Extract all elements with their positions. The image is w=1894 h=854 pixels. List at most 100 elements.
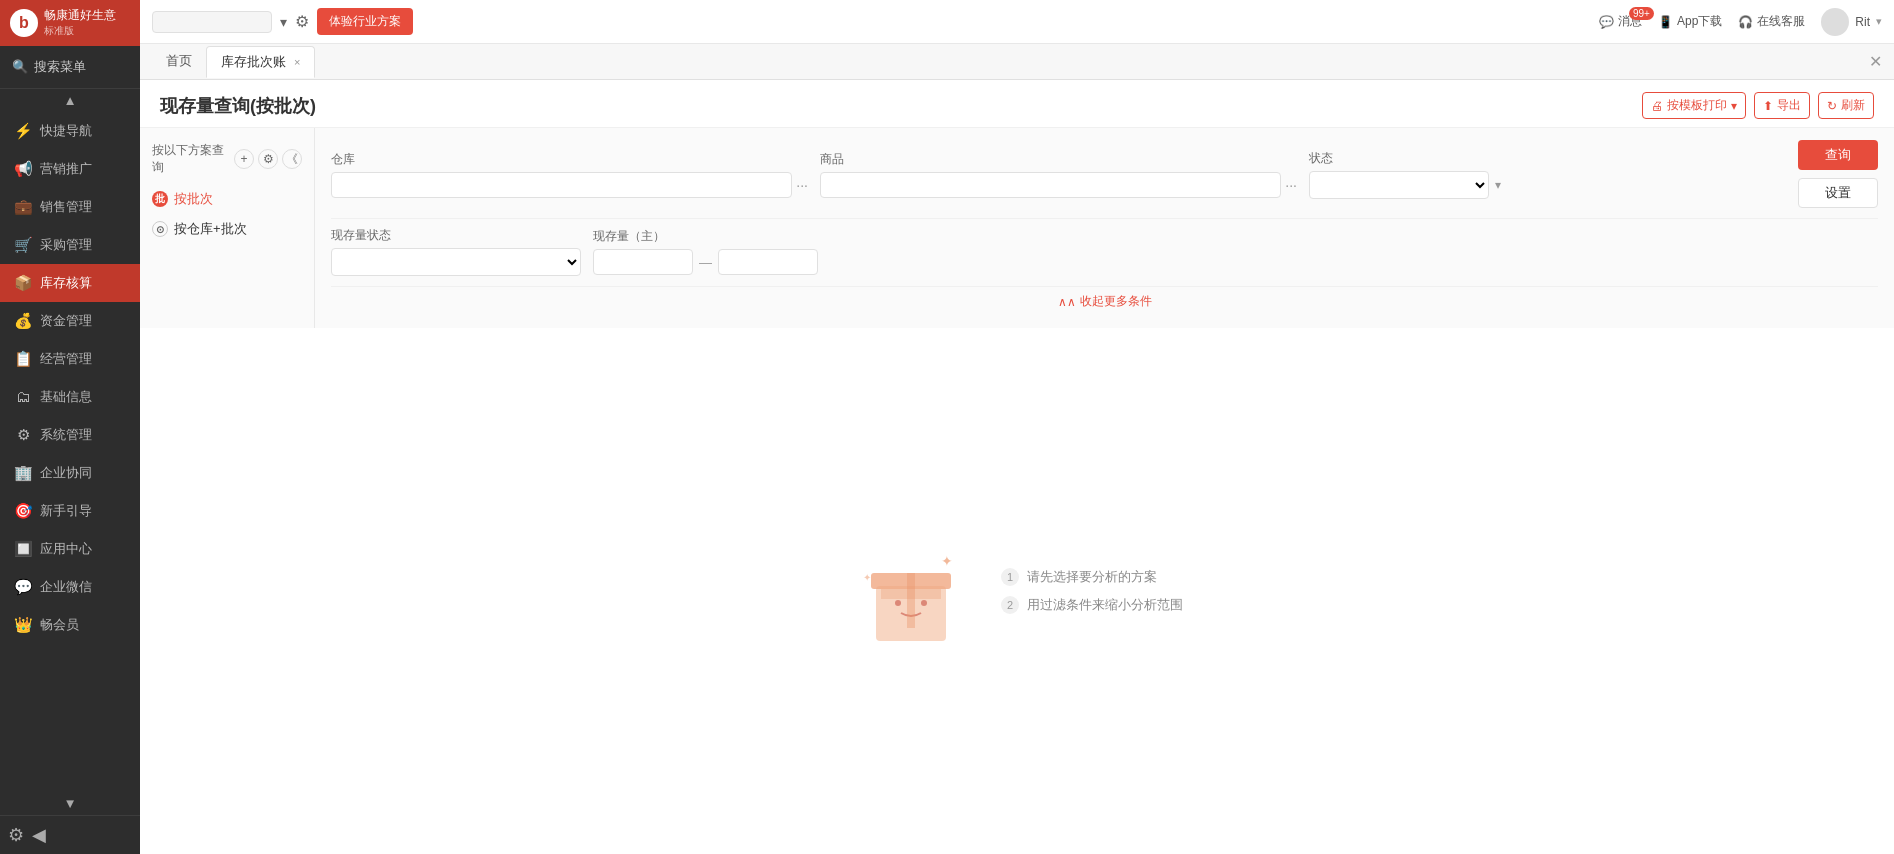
messages-badge: 99+: [1629, 7, 1654, 20]
export-icon: ⬆: [1763, 99, 1773, 113]
scheme-header: 按以下方案查询 + ⚙ 《: [140, 138, 314, 184]
tab-close-button[interactable]: ×: [294, 56, 300, 68]
page-title: 现存量查询(按批次): [160, 94, 316, 118]
app-subtitle: 标准版: [44, 24, 116, 38]
sidebar-scroll-down-button[interactable]: ▼: [0, 792, 140, 815]
app-logo: b: [10, 9, 38, 37]
filter-row-2: 现存量状态 现存量（主） —: [331, 227, 1878, 276]
sidebar-item-system[interactable]: ⚙ 系统管理: [0, 416, 140, 454]
topbar-dropdown-button[interactable]: ▾: [280, 14, 287, 30]
search-menu-button[interactable]: 🔍 搜索菜单: [8, 54, 132, 80]
query-button[interactable]: 查询: [1798, 140, 1878, 170]
sidebar-item-shortcut[interactable]: ⚡ 快捷导航: [0, 112, 140, 150]
scheme-settings-button[interactable]: ⚙: [258, 149, 278, 169]
message-icon: 💬: [1599, 15, 1614, 29]
svg-text:✦: ✦: [863, 572, 871, 583]
sidebar-item-purchase[interactable]: 🛒 采购管理: [0, 226, 140, 264]
filter-divider: [331, 218, 1878, 219]
user-menu-button[interactable]: Rit ▾: [1821, 8, 1882, 36]
print-template-button[interactable]: 🖨 按模板打印 ▾: [1642, 92, 1746, 119]
sidebar-item-member[interactable]: 👑 畅会员: [0, 606, 140, 644]
purchase-icon: 🛒: [14, 236, 32, 254]
sidebar: b 畅康通好生意 标准版 🔍 搜索菜单 ▲ ⚡ 快捷导航 📢 营销推广 💼 销售…: [0, 0, 140, 854]
bottom-collapse-button[interactable]: ◀: [32, 824, 46, 846]
topbar: ▾ ⚙ 体验行业方案 💬 消息 99+ 📱 App下载 🎧 在线客服 Rit ▾: [140, 0, 1894, 44]
inventory-icon: 📦: [14, 274, 32, 292]
export-button[interactable]: ⬆ 导出: [1754, 92, 1810, 119]
tab-panel-close-button[interactable]: ✕: [1869, 52, 1882, 71]
empty-state: ✦ ✦ 1 请先选择要分析的方案 2 用过滤条件来缩小分析范围: [140, 328, 1894, 854]
status-select[interactable]: [1309, 171, 1489, 199]
collapse-icon: ∧∧: [1058, 295, 1076, 309]
sidebar-item-operations[interactable]: 📋 经营管理: [0, 340, 140, 378]
add-scheme-button[interactable]: +: [234, 149, 254, 169]
warehouse-filter-group: 仓库 ···: [331, 151, 808, 198]
scheme-inactive-dot: ⊙: [152, 221, 168, 237]
empty-tip-1: 1 请先选择要分析的方案: [1001, 568, 1183, 586]
scheme-settings-icon: ⚙: [263, 152, 274, 166]
svg-text:✦: ✦: [941, 553, 953, 569]
topbar-settings-button[interactable]: ⚙: [295, 12, 309, 31]
sidebar-item-guide[interactable]: 🎯 新手引导: [0, 492, 140, 530]
sidebar-scroll-up-button[interactable]: ▲: [0, 89, 140, 112]
scheme-item-batch[interactable]: 批 按批次: [140, 184, 314, 214]
filter-settings-button[interactable]: 设置: [1798, 178, 1878, 208]
sidebar-header: b 畅康通好生意 标准版: [0, 0, 140, 46]
service-icon: 🎧: [1738, 15, 1753, 29]
sidebar-item-wechat[interactable]: 💬 企业微信: [0, 568, 140, 606]
refresh-button[interactable]: ↻ 刷新: [1818, 92, 1874, 119]
sidebar-item-finance[interactable]: 💰 资金管理: [0, 302, 140, 340]
print-dropdown-icon: ▾: [1731, 99, 1737, 113]
apps-icon: 🔲: [14, 540, 32, 558]
refresh-icon: ↻: [1827, 99, 1837, 113]
scheme-panel: 按以下方案查询 + ⚙ 《 批 按批次 ⊙ 按仓库+批次: [140, 128, 315, 328]
product-more-button[interactable]: ···: [1285, 177, 1297, 193]
product-input[interactable]: [820, 172, 1281, 198]
tabs-bar: 首页 库存批次账 × ✕: [140, 44, 1894, 80]
user-dropdown-icon: ▾: [1876, 15, 1882, 28]
search-icon: 🔍: [12, 59, 28, 74]
sidebar-item-apps[interactable]: 🔲 应用中心: [0, 530, 140, 568]
sidebar-nav: ⚡ 快捷导航 📢 营销推广 💼 销售管理 🛒 采购管理 📦 库存核算 💰 资金管…: [0, 112, 140, 792]
messages-button[interactable]: 💬 消息 99+: [1599, 13, 1642, 30]
scheme-header-actions: + ⚙ 《: [234, 149, 302, 169]
member-icon: 👑: [14, 616, 32, 634]
sidebar-item-inventory[interactable]: 📦 库存核算: [0, 264, 140, 302]
collapse-more-button[interactable]: ∧∧ 收起更多条件: [331, 286, 1878, 316]
svg-rect-7: [907, 573, 915, 628]
qty-min-input[interactable]: [593, 249, 693, 275]
app-download-button[interactable]: 📱 App下载: [1658, 13, 1722, 30]
online-service-button[interactable]: 🎧 在线客服: [1738, 13, 1805, 30]
trial-button[interactable]: 体验行业方案: [317, 8, 413, 35]
sidebar-item-base[interactable]: 🗂 基础信息: [0, 378, 140, 416]
warehouse-input[interactable]: [331, 172, 792, 198]
scheme-active-dot: 批: [152, 191, 168, 207]
bottom-settings-button[interactable]: ⚙: [8, 824, 24, 846]
tab-inventory-batch[interactable]: 库存批次账 ×: [206, 46, 315, 78]
sidebar-bottom: ⚙ ◀: [0, 815, 140, 854]
scheme-item-warehouse-batch[interactable]: ⊙ 按仓库+批次: [140, 214, 314, 244]
topbar-search-input[interactable]: [152, 11, 272, 33]
guide-icon: 🎯: [14, 502, 32, 520]
base-icon: 🗂: [14, 388, 32, 405]
empty-icon: ✦ ✦: [851, 531, 971, 651]
scheme-collapse-button[interactable]: 《: [282, 149, 302, 169]
sidebar-item-sales[interactable]: 💼 销售管理: [0, 188, 140, 226]
warehouse-more-button[interactable]: ···: [796, 177, 808, 193]
wechat-icon: 💬: [14, 578, 32, 596]
topbar-actions: 💬 消息 99+ 📱 App下载 🎧 在线客服 Rit ▾: [1599, 8, 1882, 36]
username-label: Rit: [1855, 15, 1870, 29]
svg-point-3: [895, 600, 901, 606]
sidebar-item-marketing[interactable]: 📢 营销推广: [0, 150, 140, 188]
filter-action-buttons: 查询 设置: [1798, 140, 1878, 208]
page-header: 现存量查询(按批次) 🖨 按模板打印 ▾ ⬆ 导出 ↻ 刷新: [140, 80, 1894, 128]
filter-row-1: 仓库 ··· 商品 ··· 状态: [331, 140, 1878, 208]
qty-max-input[interactable]: [718, 249, 818, 275]
sidebar-item-enterprise[interactable]: 🏢 企业协同: [0, 454, 140, 492]
tab-home[interactable]: 首页: [152, 46, 206, 78]
empty-tips: 1 请先选择要分析的方案 2 用过滤条件来缩小分析范围: [1001, 568, 1183, 614]
print-icon: 🖨: [1651, 99, 1663, 113]
finance-icon: 💰: [14, 312, 32, 330]
main-area: ▾ ⚙ 体验行业方案 💬 消息 99+ 📱 App下载 🎧 在线客服 Rit ▾: [140, 0, 1894, 854]
stock-status-select[interactable]: [331, 248, 581, 276]
